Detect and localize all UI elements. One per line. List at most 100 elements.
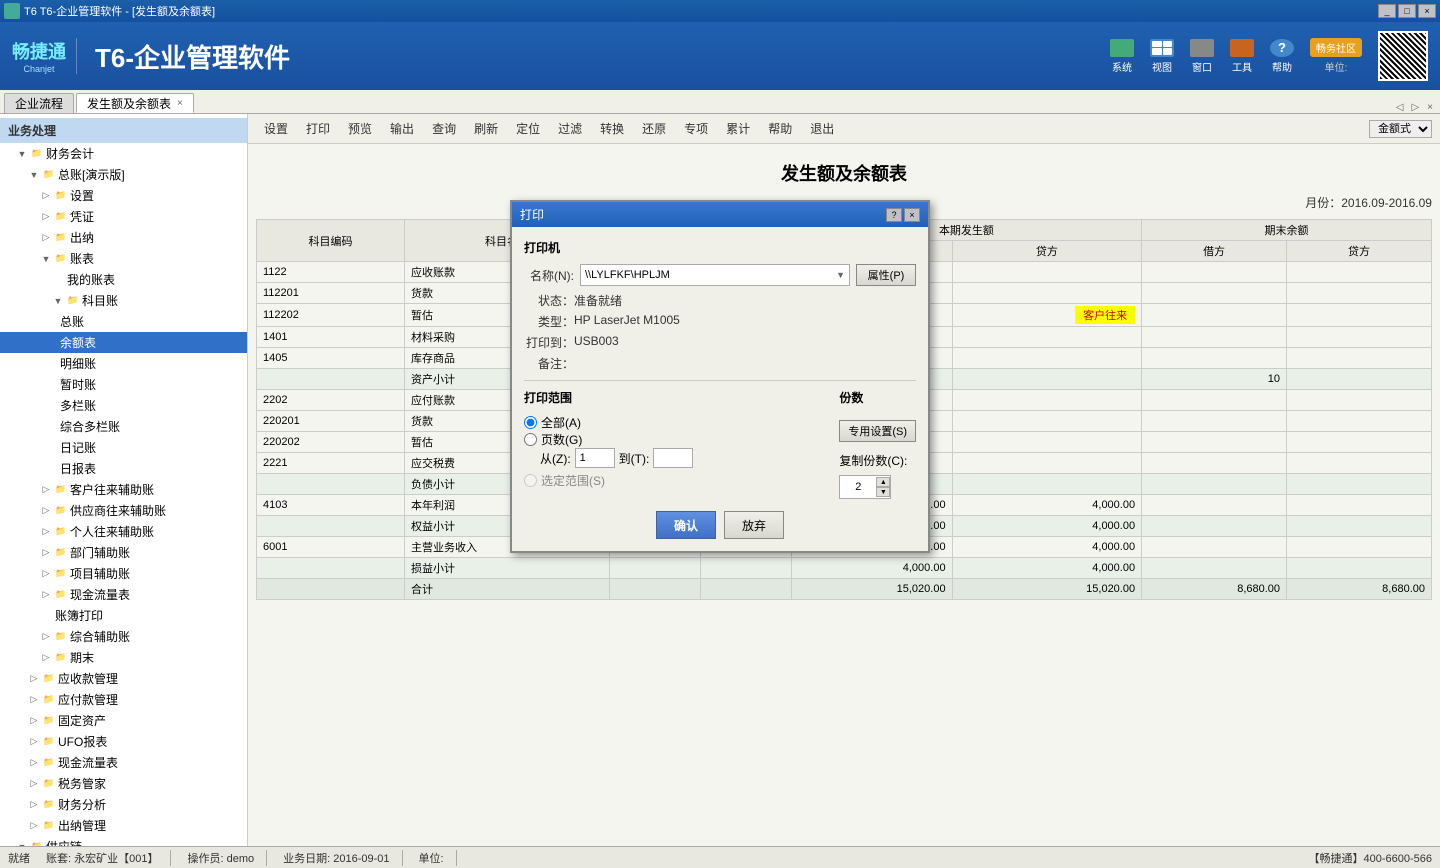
toolbar-special[interactable]: 专项	[676, 118, 716, 139]
to-input[interactable]	[653, 448, 693, 468]
tab-prev-arrow[interactable]: ◁	[1393, 102, 1407, 113]
tree-item-cashflow[interactable]: ▷ 📁 现金流量表	[0, 584, 247, 605]
community-btn[interactable]: 畅务社区	[1310, 38, 1362, 57]
toolbar-setup[interactable]: 设置	[256, 118, 296, 139]
tree-item-person-aux[interactable]: ▷ 📁 个人往来辅助账	[0, 521, 247, 542]
toolbar-locate[interactable]: 定位	[508, 118, 548, 139]
tree-item-customer-aux[interactable]: ▷ 📁 客户往来辅助账	[0, 479, 247, 500]
copies-spinner: ▲ ▼	[839, 475, 891, 499]
name-label: 名称(N):	[524, 267, 574, 284]
all-pages-radio[interactable]	[524, 416, 537, 429]
select-range-label: 选定范围(S)	[541, 472, 605, 489]
tree-item-daily-report[interactable]: 日报表	[0, 458, 247, 479]
tree-item-multi-column[interactable]: 多栏账	[0, 395, 247, 416]
status-text: 就绪	[8, 850, 30, 866]
select-range-radio[interactable]	[524, 474, 537, 487]
tab-report[interactable]: 发生额及余额表 ×	[76, 93, 194, 113]
from-input[interactable]	[575, 448, 615, 468]
copies-spinner-row: ▲ ▼	[839, 475, 891, 499]
tree-item-cashier[interactable]: ▷ 📁 出纳	[0, 227, 247, 248]
dialog-help-btn[interactable]: ?	[886, 208, 902, 222]
tree-item-book-print[interactable]: 账簿打印	[0, 605, 247, 626]
tree-item-myaccount[interactable]: 我的账表	[0, 269, 247, 290]
tree-item-journal[interactable]: 日记账	[0, 437, 247, 458]
tree-item-fixed-assets[interactable]: ▷ 📁 固定资产	[0, 710, 247, 731]
tree-item-project-aux[interactable]: ▷ 📁 项目辅助账	[0, 563, 247, 584]
tree-item-subject-account[interactable]: ▼ 📁 科目账	[0, 290, 247, 311]
tree-item-ledger[interactable]: ▼ 📁 总账[演示版]	[0, 164, 247, 185]
tree-item-payable[interactable]: ▷ 📁 应付款管理	[0, 689, 247, 710]
toolbar-quit[interactable]: 退出	[802, 118, 842, 139]
nav-tool[interactable]: 工具	[1230, 39, 1254, 74]
tree-item-supply-chain[interactable]: ▼ 📁 供应链	[0, 836, 247, 846]
spinner-down-btn[interactable]: ▼	[876, 487, 890, 497]
toolbar-query[interactable]: 查询	[424, 118, 464, 139]
dialog-close-btn[interactable]: ×	[904, 208, 920, 222]
tree-item-receivable[interactable]: ▷ 📁 应收款管理	[0, 668, 247, 689]
copies-input[interactable]	[840, 476, 876, 498]
tree-item-period-end[interactable]: ▷ 📁 期末	[0, 647, 247, 668]
title-bar: T6 T6-企业管理软件 - [发生额及余额表] _ □ ×	[0, 0, 1440, 22]
all-pages-label: 全部(A)	[541, 414, 581, 431]
toolbar-export[interactable]: 输出	[382, 118, 422, 139]
tree-item-combo-aux[interactable]: ▷ 📁 综合辅助账	[0, 626, 247, 647]
properties-btn[interactable]: 属性(P)	[856, 264, 916, 286]
tree-item-cashier-mgmt[interactable]: ▷ 📁 出纳管理	[0, 815, 247, 836]
advanced-btn[interactable]: 专用设置(S)	[839, 420, 916, 442]
toolbar-cumulate[interactable]: 累计	[718, 118, 758, 139]
tab-close-btn[interactable]: ×	[177, 98, 183, 109]
unit-info: 单位:	[419, 850, 457, 866]
nav-window[interactable]: 窗口	[1190, 39, 1214, 74]
col-subject-code: 科目编码	[257, 220, 405, 262]
toolbar-convert[interactable]: 转换	[592, 118, 632, 139]
tab-enterprise-flow[interactable]: 企业流程	[4, 93, 74, 113]
toolbar-filter[interactable]: 过滤	[550, 118, 590, 139]
tree-item-accounts[interactable]: ▼ 📁 账表	[0, 248, 247, 269]
port-value: USB003	[574, 334, 916, 351]
community-section[interactable]: 畅务社区 单位:	[1310, 38, 1362, 74]
col-end-balance: 期末余额	[1142, 220, 1432, 241]
format-select[interactable]: 金额式	[1369, 120, 1432, 138]
toolbar-refresh[interactable]: 刷新	[466, 118, 506, 139]
window-controls: _ □ ×	[1378, 4, 1436, 18]
toolbar-help[interactable]: 帮助	[760, 118, 800, 139]
tab-next-arrow[interactable]: ▷	[1408, 102, 1422, 113]
tab-close-all[interactable]: ×	[1424, 102, 1436, 113]
table-subtotal-income: 损益小计 4,000.004,000.00	[257, 558, 1432, 579]
tree-item-detail-account[interactable]: 明细账	[0, 353, 247, 374]
tree-item-cashflow2[interactable]: ▷ 📁 现金流量表	[0, 752, 247, 773]
toolbar-restore[interactable]: 还原	[634, 118, 674, 139]
close-btn[interactable]: ×	[1418, 4, 1436, 18]
nav-system[interactable]: 系统	[1110, 39, 1134, 74]
tree-item-ufo[interactable]: ▷ 📁 UFO报表	[0, 731, 247, 752]
tree-item-voucher[interactable]: ▷ 📁 凭证	[0, 206, 247, 227]
status-bar: 就绪 账套: 永宏矿业【001】 操作员: demo 业务日期: 2016-09…	[0, 846, 1440, 868]
nav-view[interactable]: 视图	[1150, 39, 1174, 74]
tree-item-finance-analysis[interactable]: ▷ 📁 财务分析	[0, 794, 247, 815]
toolbar-print[interactable]: 打印	[298, 118, 338, 139]
nav-help[interactable]: ? 帮助	[1270, 39, 1294, 74]
minimize-btn[interactable]: _	[1378, 4, 1396, 18]
maximize-btn[interactable]: □	[1398, 4, 1416, 18]
tree-item-tax[interactable]: ▷ 📁 税务管家	[0, 773, 247, 794]
tree-item-finance[interactable]: ▼ 📁 财务会计	[0, 143, 247, 164]
tree-item-dept-aux[interactable]: ▷ 📁 部门辅助账	[0, 542, 247, 563]
tree-item-combo-multi[interactable]: 综合多栏账	[0, 416, 247, 437]
tree-item-temp-account[interactable]: 暂时账	[0, 374, 247, 395]
toolbar-preview[interactable]: 预览	[340, 118, 380, 139]
tree-item-supplier-aux[interactable]: ▷ 📁 供应商往来辅助账	[0, 500, 247, 521]
tree-item-general-ledger[interactable]: 总账	[0, 311, 247, 332]
note-row: 备注：	[524, 355, 916, 372]
sidebar-tree: ▼ 📁 财务会计 ▼ 📁 总账[演示版] ▷ 📁 设置 ▷ 📁 凭证 ▷	[0, 143, 247, 846]
sidebar-section-business[interactable]: 业务处理	[0, 118, 247, 143]
spinner-up-btn[interactable]: ▲	[876, 477, 890, 487]
col-end-debit: 借方	[1142, 241, 1287, 262]
printer-combo[interactable]: \\LYLFKF\HPLJM ▼	[580, 264, 850, 286]
cancel-btn[interactable]: 放弃	[724, 511, 784, 539]
dialog-title: 打印	[520, 206, 544, 223]
tree-item-balance-table[interactable]: 余额表	[0, 332, 247, 353]
tree-item-settings[interactable]: ▷ 📁 设置	[0, 185, 247, 206]
hotline: 【畅捷通】400-6600-566	[1308, 850, 1432, 866]
pages-radio[interactable]	[524, 433, 537, 446]
confirm-btn[interactable]: 确认	[656, 511, 716, 539]
